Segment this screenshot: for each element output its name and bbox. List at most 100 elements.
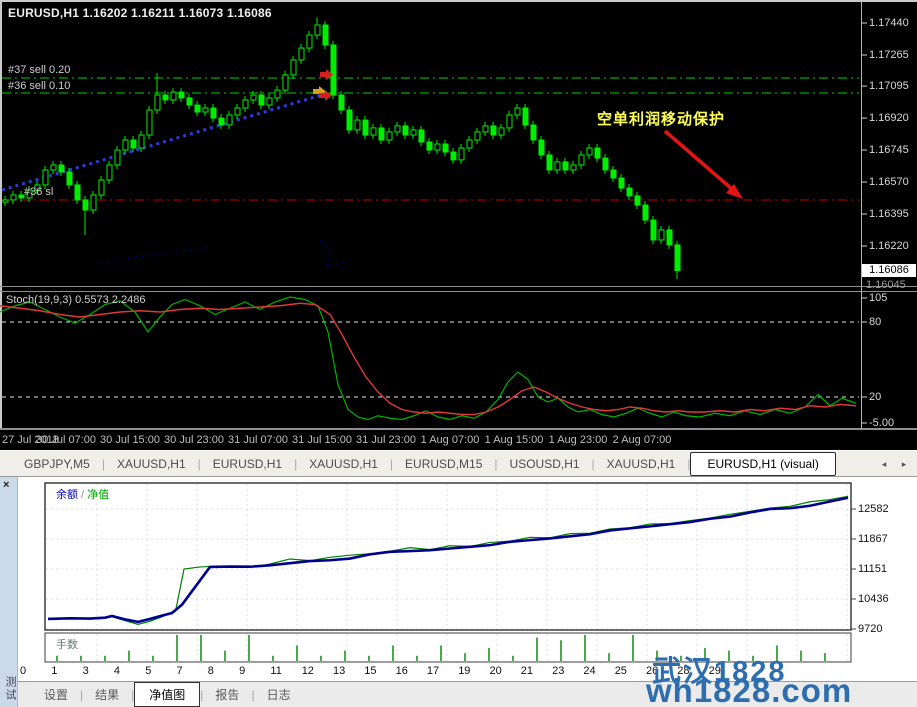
time-axis-label: 30 Jul 23:00 xyxy=(164,434,224,446)
candle xyxy=(187,98,192,105)
order-label-stoploss: #36 sl xyxy=(24,186,53,198)
lots-axis-label: 13 xyxy=(333,665,345,677)
stoch-axis-label: 105 xyxy=(869,292,887,304)
candle xyxy=(635,196,640,205)
candle xyxy=(515,108,520,115)
lots-axis-label: 0 xyxy=(20,665,26,677)
balance-line xyxy=(48,498,848,622)
close-icon[interactable]: × xyxy=(3,479,9,491)
candle xyxy=(443,144,448,152)
candle xyxy=(507,115,512,128)
lots-axis-label: 24 xyxy=(583,665,595,677)
candle xyxy=(403,126,408,135)
tester-side-label: 测试 xyxy=(2,676,18,702)
chart-graphics xyxy=(0,0,917,707)
order-label-sell-36: #36 sell 0.10 xyxy=(8,80,70,92)
candle xyxy=(219,118,224,125)
candle xyxy=(115,150,120,165)
stoch-signal-line xyxy=(0,303,856,414)
lots-axis-label: 21 xyxy=(521,665,533,677)
chart-title: EURUSD,H1 1.16202 1.16211 1.16073 1.1608… xyxy=(8,6,272,20)
candle xyxy=(203,108,208,112)
candle xyxy=(659,230,664,240)
candle xyxy=(315,25,320,35)
candle xyxy=(163,95,168,100)
stochastic-label: Stoch(19,9,3) 0.5573 2.2486 xyxy=(6,294,145,306)
candle xyxy=(619,178,624,188)
candle xyxy=(299,48,304,60)
candle xyxy=(147,110,152,135)
price-axis-label: 1.16220 xyxy=(869,240,909,252)
candle xyxy=(643,205,648,220)
annotation-arrow xyxy=(665,131,733,190)
candle xyxy=(387,132,392,140)
candle xyxy=(323,25,328,45)
stoch-main-line xyxy=(0,297,856,420)
lots-axis-label: 1 xyxy=(51,665,57,677)
candle xyxy=(475,132,480,140)
equity-legend: 余额 / 净值 xyxy=(56,486,109,502)
candle xyxy=(275,90,280,98)
candle xyxy=(211,108,216,118)
stoch-axis-label: 20 xyxy=(869,391,881,403)
candle xyxy=(291,60,296,75)
price-axis-label: 1.17265 xyxy=(869,49,909,61)
time-axis-label: 30 Jul 07:00 xyxy=(36,434,96,446)
candle xyxy=(547,155,552,170)
candle xyxy=(595,148,600,158)
candle xyxy=(587,148,592,155)
candle xyxy=(67,172,72,185)
lots-axis-label: 19 xyxy=(458,665,470,677)
equity-plot-border xyxy=(45,483,851,630)
candle xyxy=(451,152,456,160)
lots-axis-label: 9 xyxy=(239,665,245,677)
candle xyxy=(491,126,496,135)
equity-axis-label: 10436 xyxy=(858,593,889,605)
candle xyxy=(235,108,240,115)
candle xyxy=(395,126,400,132)
lots-axis-label: 3 xyxy=(83,665,89,677)
lots-label: 手数 xyxy=(56,636,78,652)
lots-axis-label: 25 xyxy=(615,665,627,677)
lots-axis-label: 16 xyxy=(396,665,408,677)
candle xyxy=(339,95,344,110)
candle xyxy=(51,165,56,170)
order-label-sell-37: #37 sell 0.20 xyxy=(8,64,70,76)
stoch-axis-label: -5.00 xyxy=(869,417,894,429)
candle xyxy=(43,170,48,185)
candlesticks xyxy=(3,18,680,279)
equity-axis-label: 9720 xyxy=(858,623,882,635)
lots-axis-label: 8 xyxy=(208,665,214,677)
time-axis-label: 31 Jul 15:00 xyxy=(292,434,352,446)
legend-balance: 余额 xyxy=(56,489,78,501)
candle xyxy=(179,92,184,98)
candle xyxy=(355,120,360,130)
lots-axis-label: 11 xyxy=(270,665,281,677)
candle xyxy=(107,165,112,180)
candle xyxy=(571,165,576,170)
candle xyxy=(243,100,248,108)
candle xyxy=(667,230,672,245)
equity-axis-label: 11151 xyxy=(858,563,887,575)
stoch-axis-label: 80 xyxy=(869,316,881,328)
candle xyxy=(563,162,568,170)
candle xyxy=(131,140,136,148)
time-axis-label: 1 Aug 15:00 xyxy=(485,434,544,446)
candle xyxy=(523,108,528,125)
candle xyxy=(419,130,424,142)
time-axis-label: 2 Aug 07:00 xyxy=(613,434,672,446)
trade-connector-line xyxy=(320,240,348,266)
price-axis-label: 1.16570 xyxy=(869,176,909,188)
price-axis-min-label: 1.16045 xyxy=(866,279,906,291)
candle xyxy=(11,195,16,200)
legend-equity: 净值 xyxy=(87,489,109,501)
lots-axis-label: 7 xyxy=(177,665,183,677)
candle xyxy=(539,140,544,155)
lots-axis-label: 17 xyxy=(427,665,439,677)
trade-connector-line xyxy=(100,247,210,262)
candle xyxy=(139,135,144,148)
candle xyxy=(379,128,384,140)
candle xyxy=(91,195,96,210)
candle xyxy=(459,148,464,160)
time-axis-label: 30 Jul 15:00 xyxy=(100,434,160,446)
